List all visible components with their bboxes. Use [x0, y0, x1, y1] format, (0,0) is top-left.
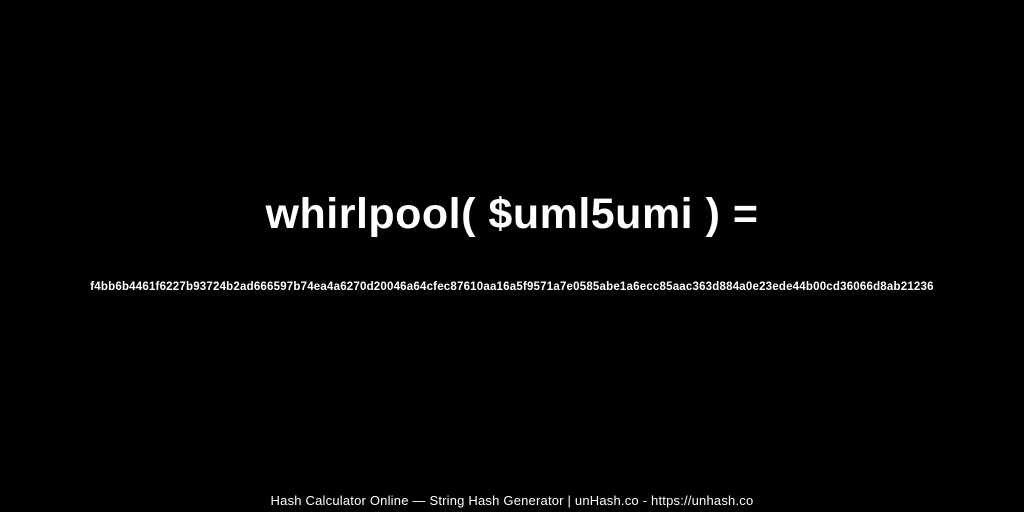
hash-output-value: f4bb6b4461f6227b93724b2ad666597b74ea4a62…	[90, 281, 933, 293]
main-content: whirlpool( $uml5umi ) = f4bb6b4461f6227b…	[0, 0, 1024, 512]
hash-expression: whirlpool( $uml5umi ) =	[266, 190, 759, 239]
footer-text: Hash Calculator Online — String Hash Gen…	[0, 493, 1024, 512]
